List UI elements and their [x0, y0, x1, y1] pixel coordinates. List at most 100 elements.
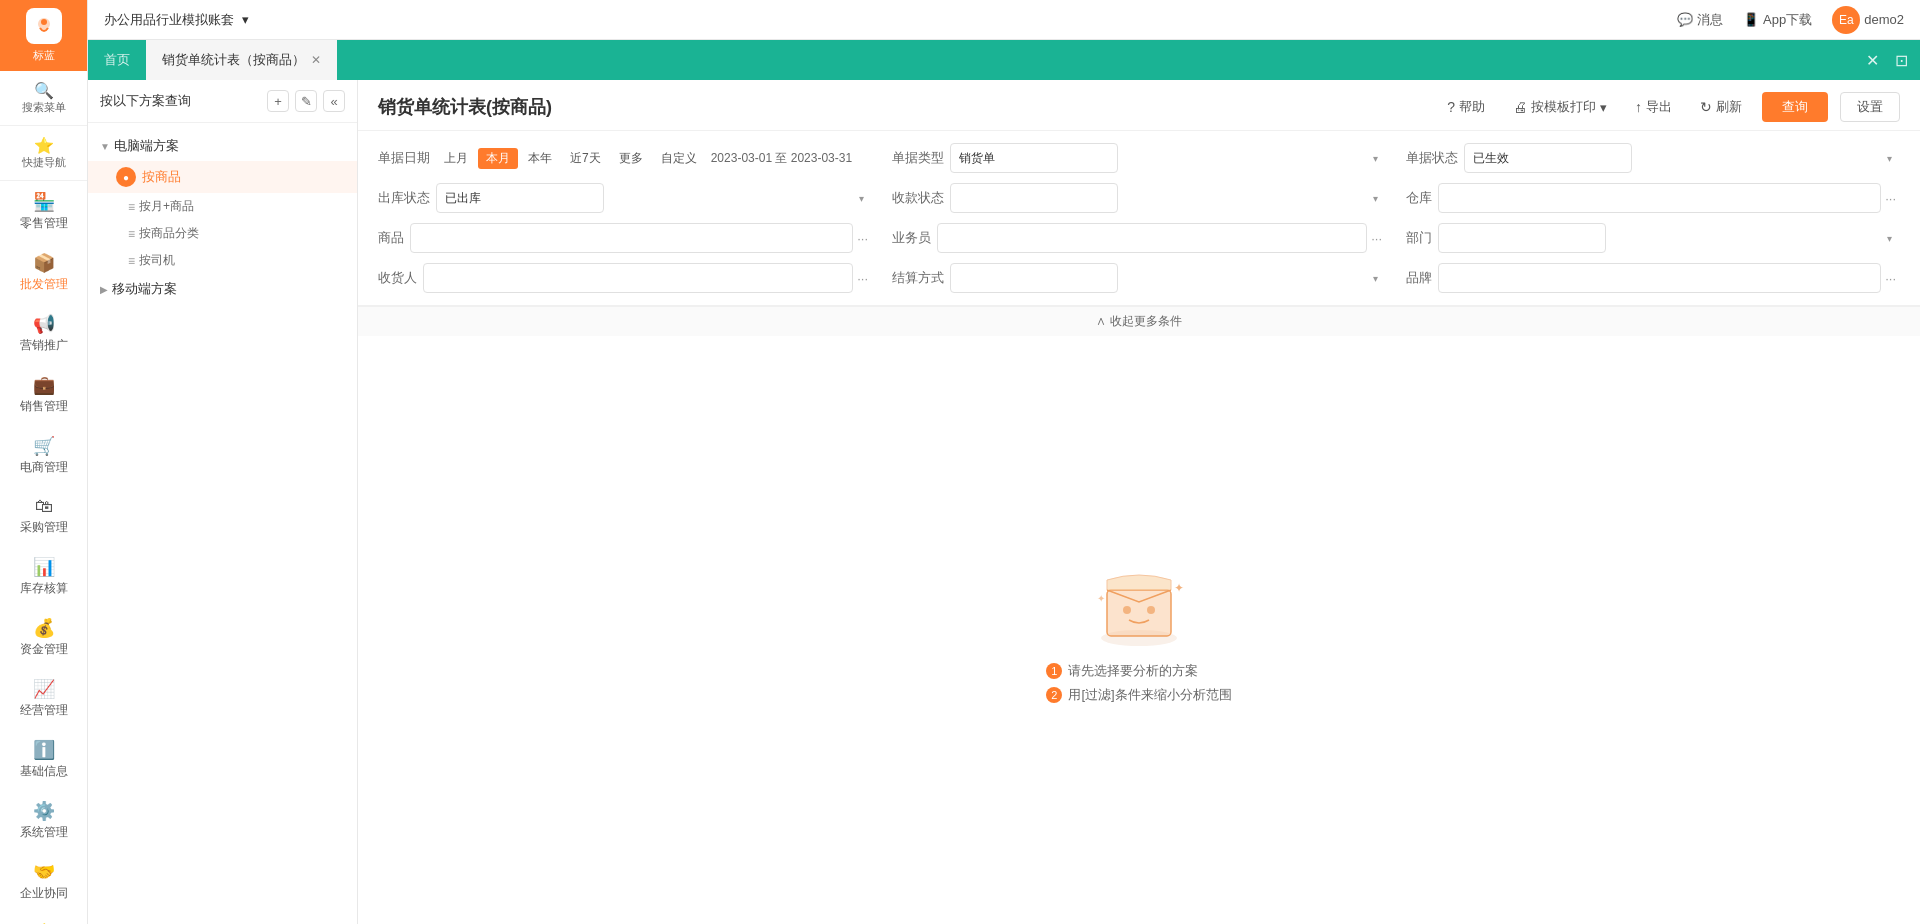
date-tab-current-month[interactable]: 本月 — [478, 148, 518, 169]
tab-close-window-btn[interactable]: ✕ — [1862, 47, 1883, 74]
date-tabs: 上月 本月 本年 近7天 更多 自定义 — [436, 148, 705, 169]
tab-home-label: 首页 — [104, 51, 130, 69]
workspace-name: 办公用品行业模拟账套 — [104, 11, 234, 29]
goods-input[interactable] — [410, 223, 853, 253]
sidebar-item-purchase-label: 采购管理 — [20, 519, 68, 536]
page-actions: ? 帮助 🖨 按模板打印 ▾ ↑ 导出 ↻ 刷新 — [1439, 92, 1900, 122]
salesperson-input[interactable] — [937, 223, 1367, 253]
export-btn[interactable]: ↑ 导出 — [1627, 94, 1680, 120]
sidebar-item-sales[interactable]: 💼 销售管理 — [0, 364, 87, 425]
user-profile[interactable]: Ea demo2 — [1832, 6, 1904, 34]
doc-type-arrow-icon: ▾ — [1373, 153, 1378, 164]
tab-home[interactable]: 首页 — [88, 40, 146, 80]
sidebar-item-operation[interactable]: 📈 经营管理 — [0, 668, 87, 729]
edit-scheme-btn[interactable]: ✎ — [295, 90, 317, 112]
tab-sales-stats[interactable]: 销货单统计表（按商品） ✕ — [146, 40, 337, 80]
payment-status-input[interactable] — [950, 183, 1118, 213]
sidebar-item-system[interactable]: ⚙️ 系统管理 — [0, 790, 87, 851]
print-btn[interactable]: 🖨 按模板打印 ▾ — [1505, 94, 1615, 120]
left-panel: 按以下方案查询 + ✎ « ▼ 电脑端方案 — [88, 80, 358, 924]
tab-sales-stats-close[interactable]: ✕ — [311, 53, 321, 67]
tree-item-by-category[interactable]: ≡ 按商品分类 — [88, 220, 357, 247]
app-download-btn[interactable]: 📱 App下载 — [1743, 11, 1812, 29]
date-tab-current-year[interactable]: 本年 — [520, 148, 560, 169]
help-label: 帮助 — [1459, 98, 1485, 116]
filter-cell-brand: 品牌 ··· — [1406, 263, 1900, 293]
tree-item-by-month-goods[interactable]: ≡ 按月+商品 — [88, 193, 357, 220]
sidebar-item-wholesale[interactable]: 📦 批发管理 — [0, 242, 87, 303]
sidebar-item-marketing-label: 营销推广 — [20, 337, 68, 354]
content-area: 按以下方案查询 + ✎ « ▼ 电脑端方案 — [88, 80, 1920, 924]
tree-item-by-driver[interactable]: ≡ 按司机 — [88, 247, 357, 274]
left-panel-actions: + ✎ « — [267, 90, 345, 112]
svg-point-5 — [1123, 606, 1131, 614]
goods-label: 商品 — [378, 229, 404, 247]
recipient-dots-btn[interactable]: ··· — [853, 271, 872, 286]
add-scheme-btn[interactable]: + — [267, 90, 289, 112]
query-button[interactable]: 查询 — [1762, 92, 1828, 122]
refresh-icon: ↻ — [1700, 99, 1712, 115]
date-tab-more[interactable]: 更多 — [611, 148, 651, 169]
sidebar-item-enterprise[interactable]: 🤝 企业协同 — [0, 851, 87, 912]
purchase-icon: 🛍 — [35, 496, 53, 517]
workspace-dropdown-icon: ▾ — [242, 12, 249, 27]
sidebar-item-inventory[interactable]: 📊 库存核算 — [0, 546, 87, 607]
tree-item-by-goods[interactable]: ● 按商品 — [88, 161, 357, 193]
collapse-more-btn[interactable]: ∧ 收起更多条件 — [358, 306, 1920, 336]
hint-2-num: 2 — [1046, 687, 1062, 703]
out-status-input[interactable] — [436, 183, 604, 213]
hint-1-num: 1 — [1046, 663, 1062, 679]
sidebar-item-guide[interactable]: 🌟 新手引导 — [0, 912, 87, 924]
help-btn[interactable]: ? 帮助 — [1439, 94, 1493, 120]
inventory-icon: 📊 — [33, 556, 55, 578]
filter-cell-recipient: 收货人 ··· — [378, 263, 872, 293]
sidebar-item-enterprise-label: 企业协同 — [20, 885, 68, 902]
settings-button[interactable]: 设置 — [1840, 92, 1900, 122]
date-tab-last-month[interactable]: 上月 — [436, 148, 476, 169]
sidebar-item-basic[interactable]: ℹ️ 基础信息 — [0, 729, 87, 790]
sidebar-item-finance[interactable]: 💰 资金管理 — [0, 607, 87, 668]
tab-sales-stats-label: 销货单统计表（按商品） — [162, 51, 305, 69]
warehouse-label: 仓库 — [1406, 189, 1432, 207]
sidebar-item-purchase[interactable]: 🛍 采购管理 — [0, 486, 87, 546]
salesperson-dots-btn[interactable]: ··· — [1367, 231, 1386, 246]
tree-group-pc[interactable]: ▼ 电脑端方案 — [88, 131, 357, 161]
brand-input[interactable] — [1438, 263, 1881, 293]
print-icon: 🖨 — [1513, 99, 1527, 115]
quick-nav-item[interactable]: ⭐ 快捷导航 — [0, 126, 87, 180]
filter-cell-salesperson: 业务员 ··· — [892, 223, 1386, 253]
workspace-selector[interactable]: 办公用品行业模拟账套 ▾ — [104, 11, 249, 29]
recipient-input[interactable] — [423, 263, 853, 293]
retail-icon: 🏪 — [33, 191, 55, 213]
sidebar-item-marketing[interactable]: 📢 营销推广 — [0, 303, 87, 364]
doc-type-input[interactable] — [950, 143, 1118, 173]
message-btn[interactable]: 💬 消息 — [1677, 11, 1723, 29]
sidebar-item-sales-label: 销售管理 — [20, 398, 68, 415]
tree-item-by-category-label: 按商品分类 — [139, 225, 199, 242]
goods-dots-btn[interactable]: ··· — [853, 231, 872, 246]
date-tab-custom[interactable]: 自定义 — [653, 148, 705, 169]
brand-label: 品牌 — [1406, 269, 1432, 287]
svg-rect-3 — [1107, 590, 1171, 636]
user-name: demo2 — [1864, 12, 1904, 27]
doc-status-label: 单据状态 — [1406, 149, 1458, 167]
salesperson-label: 业务员 — [892, 229, 931, 247]
brand-dots-btn[interactable]: ··· — [1881, 271, 1900, 286]
right-panel: 销货单统计表(按商品) ? 帮助 🖨 按模板打印 ▾ ↑ 导出 — [358, 80, 1920, 924]
by-driver-icon: ≡ — [128, 254, 135, 268]
hint-2-text: 用[过滤]条件来缩小分析范围 — [1068, 686, 1231, 704]
warehouse-dots-btn[interactable]: ··· — [1881, 191, 1900, 206]
dept-input[interactable] — [1438, 223, 1606, 253]
sidebar-item-ecommerce[interactable]: 🛒 电商管理 — [0, 425, 87, 486]
search-menu-item[interactable]: 🔍 搜索菜单 — [0, 71, 87, 126]
doc-status-input[interactable] — [1464, 143, 1632, 173]
refresh-btn[interactable]: ↻ 刷新 — [1692, 94, 1750, 120]
payment-method-input[interactable] — [950, 263, 1118, 293]
scheme-tree: ▼ 电脑端方案 ● 按商品 ≡ 按月+商品 ≡ 按商品分类 ≡ 按司 — [88, 123, 357, 312]
sidebar-item-retail[interactable]: 🏪 零售管理 — [0, 181, 87, 242]
tree-group-mobile[interactable]: ▶ 移动端方案 — [88, 274, 357, 304]
warehouse-input[interactable] — [1438, 183, 1881, 213]
tab-maximize-btn[interactable]: ⊡ — [1891, 47, 1912, 74]
date-tab-last-7[interactable]: 近7天 — [562, 148, 609, 169]
collapse-panel-btn[interactable]: « — [323, 90, 345, 112]
